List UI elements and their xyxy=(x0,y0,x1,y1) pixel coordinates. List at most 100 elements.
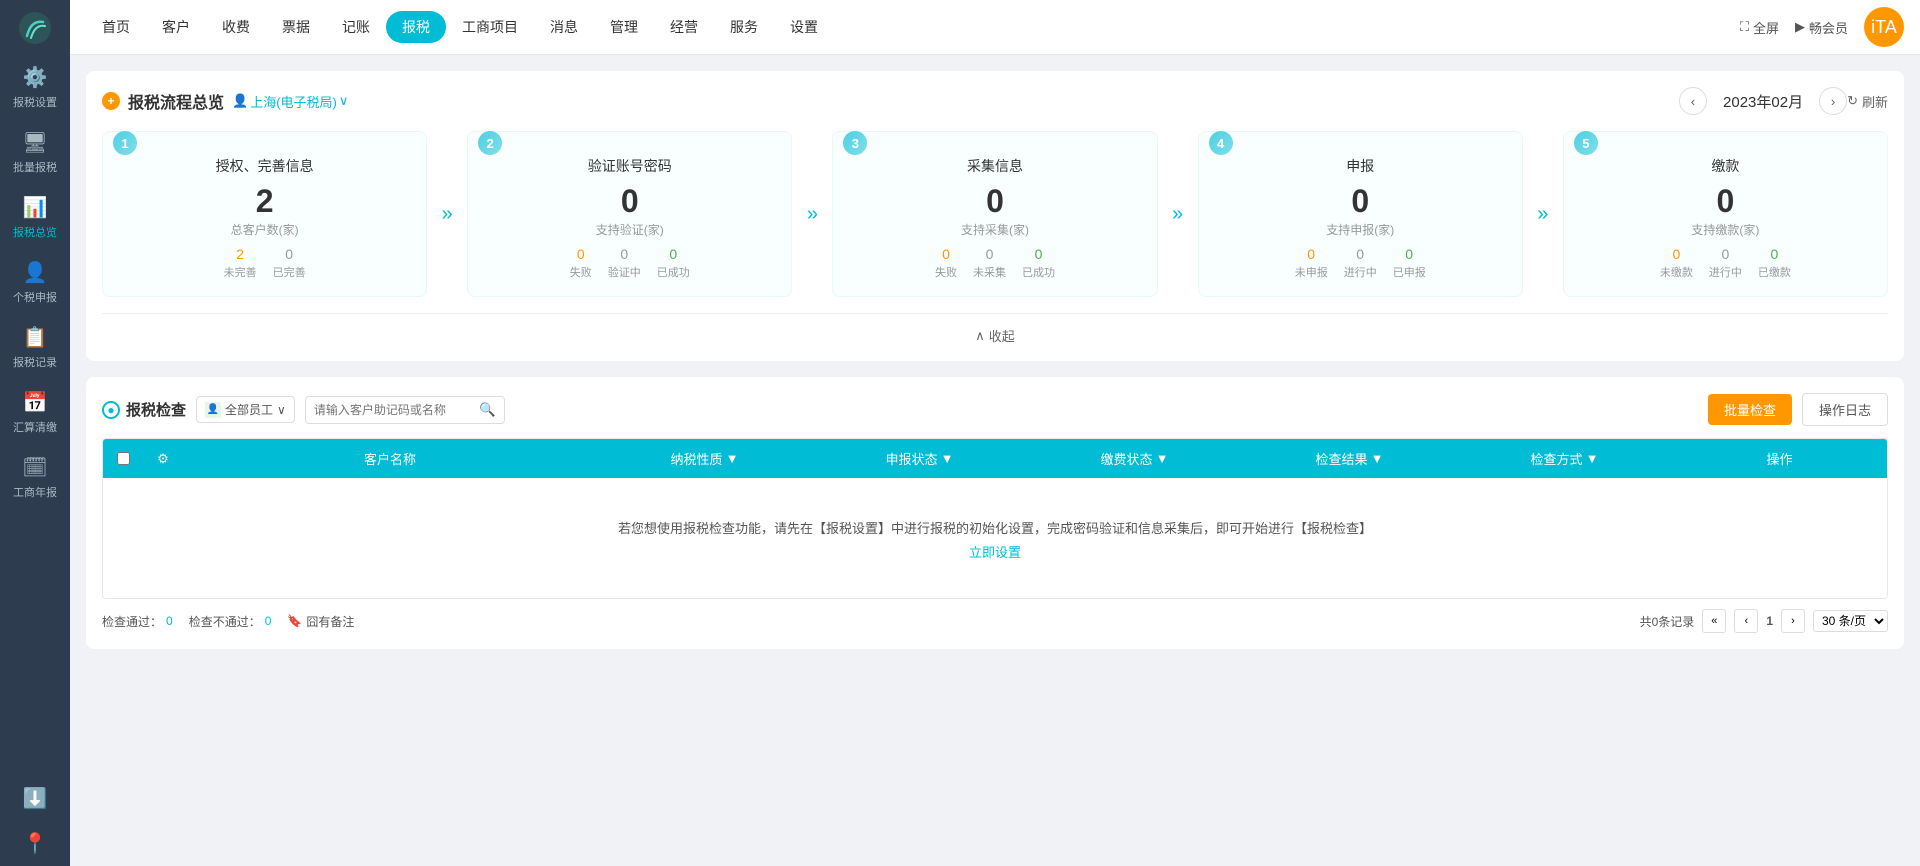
step-num-3: 3 xyxy=(843,131,867,155)
step-count-1: 2 xyxy=(119,184,410,219)
th-client-name: 客户名称 xyxy=(183,439,597,478)
step-num-5: 5 xyxy=(1574,131,1598,155)
nav-tax[interactable]: 报税 xyxy=(386,11,446,43)
app-logo xyxy=(0,0,70,55)
step-stat-fail-2: 0 失败 xyxy=(570,246,592,280)
topnav-right: ⛶ 全屏 ▶ 畅会员 iTA xyxy=(1740,7,1904,47)
th-settings[interactable]: ⚙ xyxy=(143,439,183,478)
download-icon: ⬇️ xyxy=(23,786,48,811)
nav-fee[interactable]: 收费 xyxy=(206,11,266,43)
flow-step-2: 2 验证账号密码 0 支持验证(家) 0 失败 0 验证中 xyxy=(467,131,792,297)
step-unit-4: 支持申报(家) xyxy=(1215,221,1506,238)
prev-month-button[interactable]: ‹ xyxy=(1679,87,1707,115)
step-stat-success-2: 0 已成功 xyxy=(657,246,690,280)
step-count-2: 0 xyxy=(484,184,775,219)
step-stat-unpaid: 0 未缴款 xyxy=(1660,246,1693,280)
next-page-button[interactable]: › xyxy=(1781,609,1805,633)
sidebar-item-reconcile[interactable]: 📅 汇算清缴 xyxy=(0,380,70,445)
nav-settings[interactable]: 设置 xyxy=(774,11,834,43)
flow-overview-card: + 报税流程总览 👤 上海(电子税局) ∨ ‹ 2023年02月 › ↻ 刷新 xyxy=(86,71,1904,361)
sidebar-item-annual-report[interactable]: 🗓 工商年报 xyxy=(0,445,70,510)
batch-tax-icon: 🖥 xyxy=(22,130,47,155)
th-checkbox[interactable] xyxy=(103,439,143,478)
step-stat-inprogress-4: 0 进行中 xyxy=(1344,246,1377,280)
per-page-selector[interactable]: 30 条/页 xyxy=(1813,610,1888,632)
sidebar-bottom: ⬇️ 📍 xyxy=(0,776,70,866)
batch-check-button[interactable]: 批量检查 xyxy=(1708,394,1792,425)
step-stat-fail-3: 0 失败 xyxy=(935,246,957,280)
step-stats-3: 0 失败 0 未采集 0 已成功 xyxy=(849,246,1140,280)
location-selector[interactable]: 👤 上海(电子税局) ∨ xyxy=(232,92,348,111)
search-input[interactable] xyxy=(306,398,471,422)
step-stat-complete: 0 已完善 xyxy=(273,246,306,280)
main-area: 首页 客户 收费 票据 记账 报税 工商项目 消息 管理 经营 服务 设置 ⛶ … xyxy=(70,0,1920,866)
sidebar-item-tax-record[interactable]: 📋 报税记录 xyxy=(0,315,70,380)
nav-home[interactable]: 首页 xyxy=(86,11,146,43)
step-title-5: 缴款 xyxy=(1580,156,1871,176)
th-check-result[interactable]: 检查结果 ▼ xyxy=(1242,439,1457,478)
pass-count-link[interactable]: 0 xyxy=(166,614,173,628)
fullscreen-icon: ⛶ xyxy=(1740,19,1749,35)
flow-arrow-3: » xyxy=(1158,131,1198,297)
sidebar-item-tax-settings[interactable]: ⚙️ 报税设置 xyxy=(0,55,70,120)
table-header: ⚙ 客户名称 纳税性质 ▼ 申报状态 ▼ 缴费状态 ▼ xyxy=(103,439,1887,478)
nav-client[interactable]: 客户 xyxy=(146,11,206,43)
check-title: ● 报税检查 xyxy=(102,399,186,420)
th-tax-nature[interactable]: 纳税性质 ▼ xyxy=(597,439,812,478)
client-search-box: 🔍 xyxy=(305,396,505,424)
th-check-method[interactable]: 检查方式 ▼ xyxy=(1457,439,1672,478)
first-page-button[interactable]: « xyxy=(1702,609,1726,633)
nav-items: 首页 客户 收费 票据 记账 报税 工商项目 消息 管理 经营 服务 设置 xyxy=(86,11,1740,43)
select-all-checkbox[interactable] xyxy=(117,452,130,465)
next-month-button[interactable]: › xyxy=(1819,87,1847,115)
fail-count-link[interactable]: 0 xyxy=(265,614,272,628)
staff-selector[interactable]: 👤 全部员工 ∨ xyxy=(196,396,295,423)
sidebar-item-download[interactable]: ⬇️ xyxy=(0,776,70,821)
search-button[interactable]: 🔍 xyxy=(471,397,504,423)
collapse-button[interactable]: ∧ 收起 xyxy=(102,326,1888,345)
flow-step-3: 3 采集信息 0 支持采集(家) 0 失败 0 未采集 xyxy=(832,131,1157,297)
step-unit-5: 支持缴款(家) xyxy=(1580,221,1871,238)
operation-log-button[interactable]: 操作日志 xyxy=(1802,393,1888,426)
sidebar-item-tax-overview[interactable]: 📊 报税总览 xyxy=(0,185,70,250)
nav-manage[interactable]: 管理 xyxy=(594,11,654,43)
th-pay-status[interactable]: 缴费状态 ▼ xyxy=(1027,439,1242,478)
table-body-empty: 若您想使用报税检查功能，请先在【报税设置】中进行报税的初始化设置，完成密码验证和… xyxy=(103,478,1887,598)
check-header: ● 报税检查 👤 全部员工 ∨ 🔍 批量检查 操作日志 xyxy=(102,393,1888,426)
sidebar-item-batch-tax[interactable]: 🖥 批量报税 xyxy=(0,120,70,185)
th-declare-status[interactable]: 申报状态 ▼ xyxy=(812,439,1027,478)
reconcile-icon: 📅 xyxy=(23,390,48,415)
step-stats-5: 0 未缴款 0 进行中 0 已缴款 xyxy=(1580,246,1871,280)
step-num-2: 2 xyxy=(478,131,502,155)
step-stat-verifying: 0 验证中 xyxy=(608,246,641,280)
current-month: 2023年02月 xyxy=(1723,91,1803,112)
step-title-3: 采集信息 xyxy=(849,156,1140,176)
step-title-2: 验证账号密码 xyxy=(484,156,775,176)
nav-service[interactable]: 服务 xyxy=(714,11,774,43)
sidebar-item-personal-tax[interactable]: 👤 个税申报 xyxy=(0,250,70,315)
footer-pagination: 共0条记录 « ‹ 1 › 30 条/页 xyxy=(1640,609,1888,633)
tax-record-icon: 📋 xyxy=(23,325,48,350)
sidebar-item-location[interactable]: 📍 xyxy=(0,821,70,866)
annual-report-icon: 🗓 xyxy=(22,455,47,480)
step-stat-paid: 0 已缴款 xyxy=(1758,246,1791,280)
prev-page-button[interactable]: ‹ xyxy=(1734,609,1758,633)
fullscreen-button[interactable]: ⛶ 全屏 xyxy=(1740,18,1779,37)
top-navigation: 首页 客户 收费 票据 记账 报税 工商项目 消息 管理 经营 服务 设置 ⛶ … xyxy=(70,0,1920,55)
setup-link[interactable]: 立即设置 xyxy=(969,542,1021,561)
filter-icon-result: ▼ xyxy=(1371,451,1384,466)
nav-business[interactable]: 工商项目 xyxy=(446,11,534,43)
personal-tax-icon: 👤 xyxy=(23,260,48,285)
nav-message[interactable]: 消息 xyxy=(534,11,594,43)
nav-accounting[interactable]: 记账 xyxy=(326,11,386,43)
nav-invoice[interactable]: 票据 xyxy=(266,11,326,43)
page-content: + 报税流程总览 👤 上海(电子税局) ∨ ‹ 2023年02月 › ↻ 刷新 xyxy=(70,55,1920,866)
nav-operation[interactable]: 经营 xyxy=(654,11,714,43)
filter-icon-declare: ▼ xyxy=(941,451,954,466)
member-button[interactable]: ▶ 畅会员 xyxy=(1795,18,1848,37)
step-unit-2: 支持验证(家) xyxy=(484,221,775,238)
step-stat-undeclared: 0 未申报 xyxy=(1295,246,1328,280)
refresh-button[interactable]: ↻ 刷新 xyxy=(1847,92,1888,111)
step-stat-uncollected: 0 未采集 xyxy=(973,246,1006,280)
tax-settings-icon: ⚙️ xyxy=(23,65,48,90)
